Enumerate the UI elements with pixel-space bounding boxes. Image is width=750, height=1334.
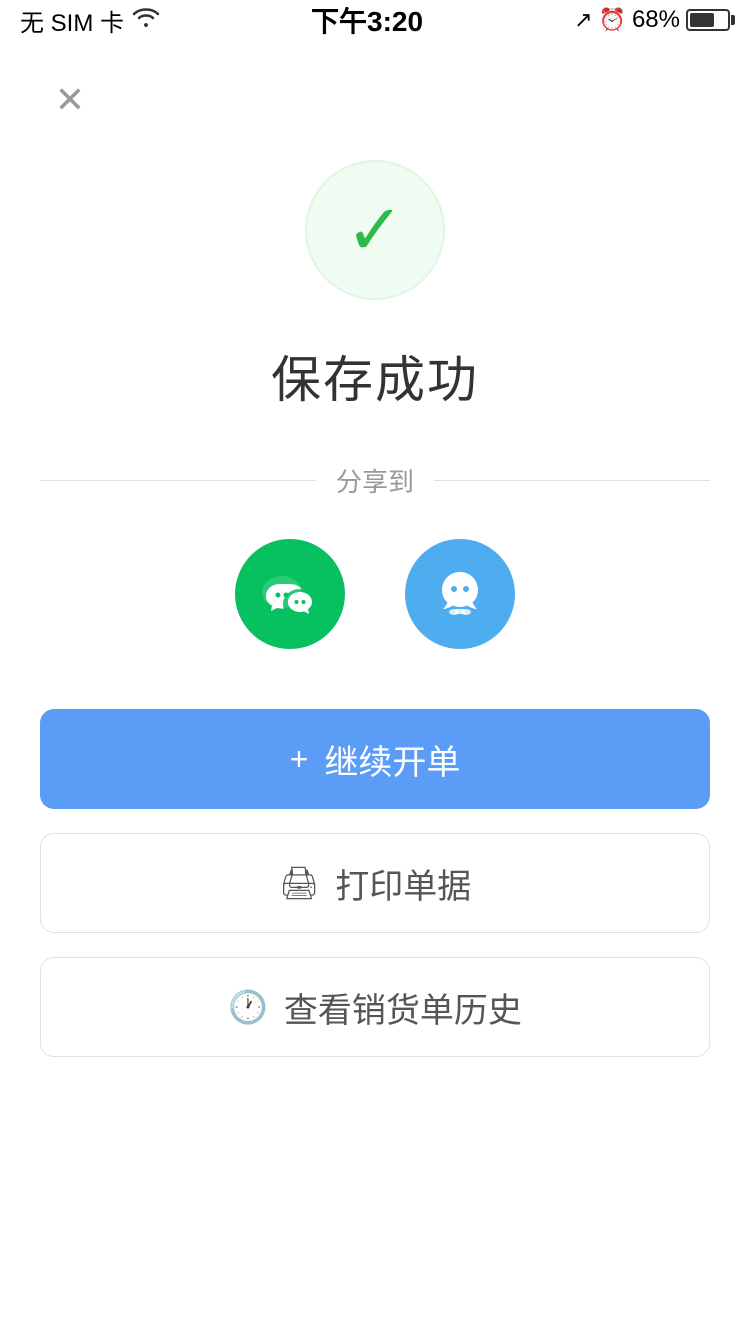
status-time: 下午3:20 (311, 0, 423, 40)
battery-percent: 68% (632, 6, 680, 34)
status-bar: 无 SIM 卡 下午3:20 ↗ ⏰ 68% (0, 0, 750, 40)
history-icon: 🕐 (228, 988, 268, 1026)
print-button[interactable]: 🖨 打印单据 (40, 833, 710, 933)
divider-line-right (434, 480, 710, 481)
share-icons (235, 539, 515, 649)
alarm-icon: ⏰ (599, 7, 626, 33)
qq-share-button[interactable] (405, 539, 515, 649)
print-label: 打印单据 (335, 859, 471, 908)
location-icon: ↗ (574, 7, 592, 33)
print-icon: 🖨 (279, 864, 320, 902)
action-buttons: + 继续开单 🖨 打印单据 🕐 查看销货单历史 (40, 709, 710, 1057)
continue-button[interactable]: + 继续开单 (40, 709, 710, 809)
qq-icon (428, 562, 492, 626)
wechat-share-button[interactable] (235, 539, 345, 649)
status-right: ↗ ⏰ 68% (574, 6, 730, 34)
divider-row: 分享到 (40, 462, 710, 499)
success-title: 保存成功 (271, 340, 479, 412)
continue-label: 继续开单 (324, 735, 460, 784)
share-label: 分享到 (336, 462, 414, 499)
success-circle: ✓ (305, 160, 445, 300)
checkmark-icon: ✓ (346, 195, 405, 265)
history-label: 查看销货单历史 (284, 983, 522, 1032)
wifi-icon (132, 6, 160, 34)
battery-icon (686, 9, 730, 31)
main-content: ✕ ✓ 保存成功 分享到 (0, 40, 750, 1334)
share-section: 分享到 (40, 462, 710, 649)
divider-line-left (40, 480, 316, 481)
wechat-icon (258, 562, 322, 626)
close-button[interactable]: ✕ (40, 70, 100, 130)
no-sim-label: 无 SIM 卡 (20, 3, 124, 38)
plus-icon: + (290, 741, 309, 778)
status-left: 无 SIM 卡 (20, 3, 160, 38)
close-icon: ✕ (55, 82, 85, 118)
history-button[interactable]: 🕐 查看销货单历史 (40, 957, 710, 1057)
